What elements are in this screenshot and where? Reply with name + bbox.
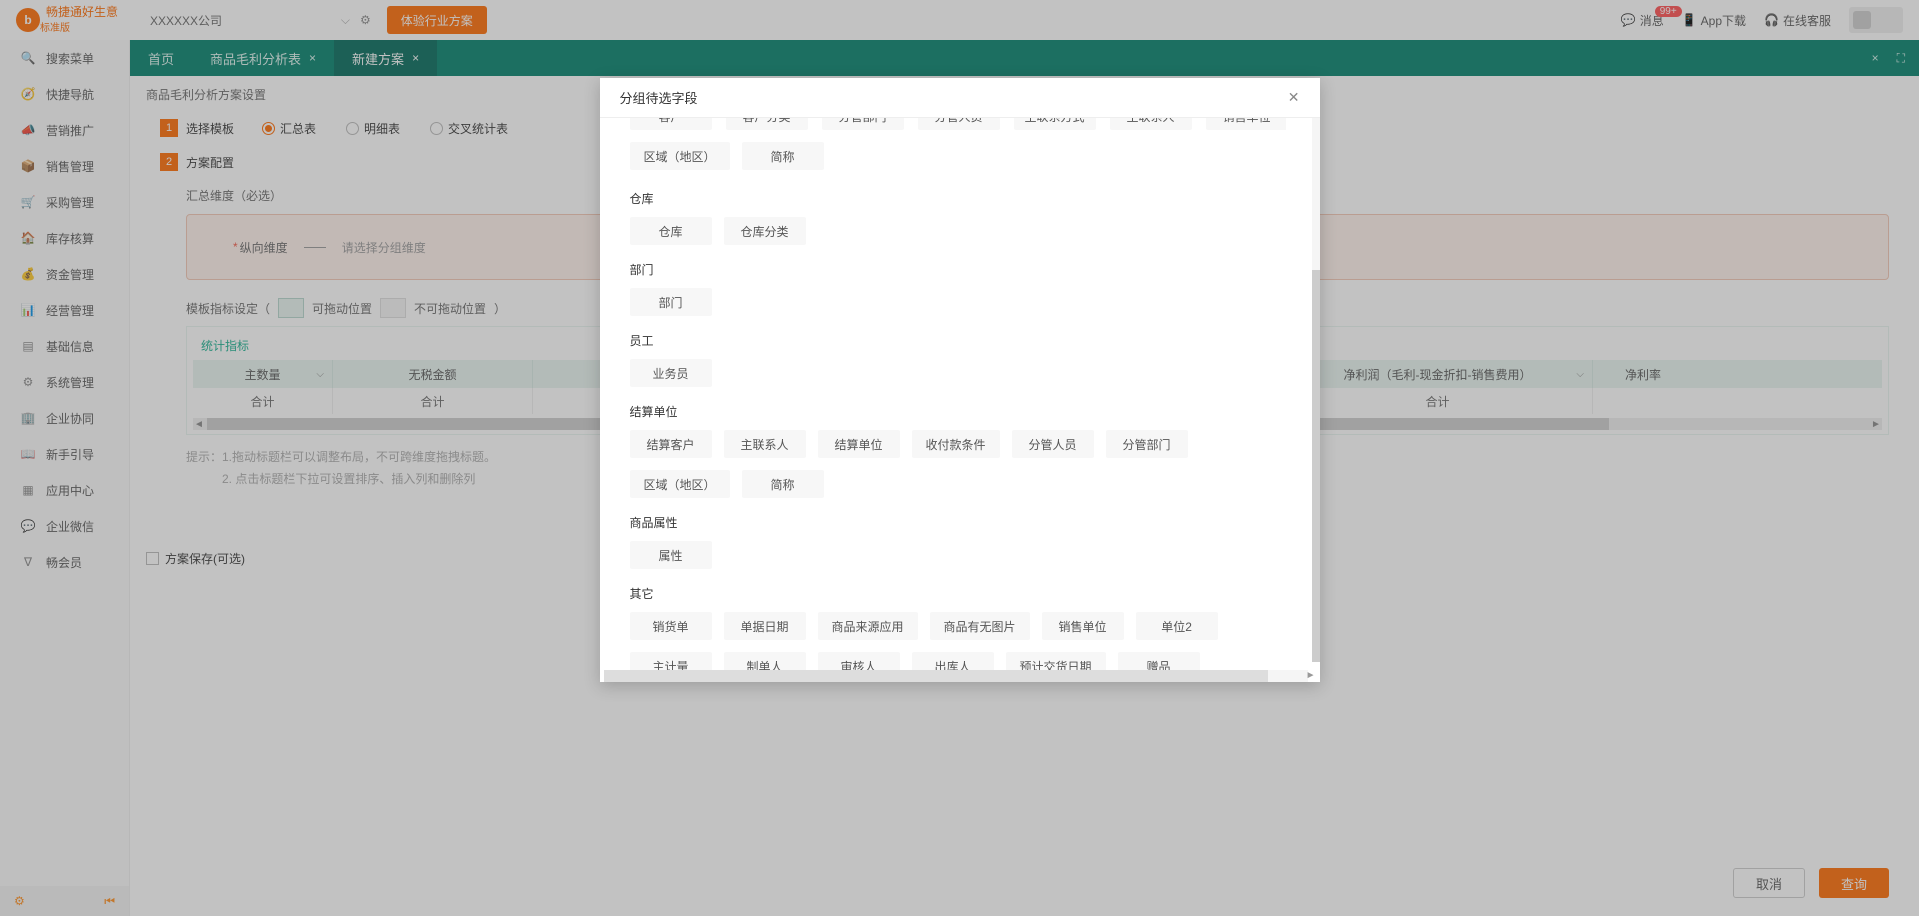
modal-header: 分组待选字段 ✕ <box>600 78 1320 118</box>
field-row: 部门 <box>630 288 1286 316</box>
group-title: 商品属性 <box>630 514 1286 531</box>
field-token[interactable]: 单位2 <box>1136 612 1218 640</box>
field-token[interactable]: 仓库分类 <box>724 217 806 245</box>
field-token[interactable]: 结算单位 <box>818 430 900 458</box>
scroll-thumb[interactable] <box>604 670 1268 682</box>
modal-body: 客户客户分类分管部门分管人员主联系方式主联系人销售单位 区域（地区）简称 仓库仓… <box>600 118 1320 682</box>
scroll-right-icon: ► <box>1306 670 1316 681</box>
modal-title: 分组待选字段 <box>620 88 698 107</box>
field-token[interactable]: 主联系人 <box>1110 118 1192 130</box>
field-token[interactable]: 区域（地区） <box>630 142 730 170</box>
field-token[interactable]: 分管部门 <box>822 118 904 130</box>
field-group: 商品属性属性 <box>630 514 1286 569</box>
field-token[interactable]: 部门 <box>630 288 712 316</box>
field-token[interactable]: 简称 <box>742 142 824 170</box>
field-row: 仓库仓库分类 <box>630 217 1286 245</box>
field-token[interactable]: 分管部门 <box>1106 430 1188 458</box>
group-title: 其它 <box>630 585 1286 602</box>
group-title: 部门 <box>630 261 1286 278</box>
field-group: 仓库仓库仓库分类 <box>630 190 1286 245</box>
field-token[interactable]: 客户分类 <box>726 118 808 130</box>
field-row: 属性 <box>630 541 1286 569</box>
group-title: 员工 <box>630 332 1286 349</box>
field-group: 其它销货单单据日期商品来源应用商品有无图片销售单位单位2主计量制单人审核人出库人… <box>630 585 1286 682</box>
field-token[interactable]: 单据日期 <box>724 612 806 640</box>
field-token[interactable]: 仓库 <box>630 217 712 245</box>
modal-content: 客户客户分类分管部门分管人员主联系方式主联系人销售单位 区域（地区）简称 仓库仓… <box>600 118 1316 682</box>
field-token[interactable]: 主联系方式 <box>1014 118 1096 130</box>
field-row: 结算客户主联系人结算单位收付款条件分管人员分管部门区域（地区） 简称 <box>630 430 1286 498</box>
field-group: 部门部门 <box>630 261 1286 316</box>
field-row: 区域（地区） 简称 <box>630 142 1286 170</box>
field-token[interactable]: 商品来源应用 <box>818 612 918 640</box>
group-title: 结算单位 <box>630 403 1286 420</box>
field-token[interactable]: 业务员 <box>630 359 712 387</box>
field-token[interactable]: 属性 <box>630 541 712 569</box>
field-token[interactable]: 主联系人 <box>724 430 806 458</box>
field-token[interactable]: 客户 <box>630 118 712 130</box>
field-token[interactable]: 区域（地区） <box>630 470 730 498</box>
field-token[interactable]: 结算客户 <box>630 430 712 458</box>
modal-vertical-scrollbar[interactable] <box>1312 118 1320 662</box>
field-group: 结算单位结算客户主联系人结算单位收付款条件分管人员分管部门区域（地区）简称 <box>630 403 1286 498</box>
field-row-truncated: 客户 客户分类 分管部门 分管人员 主联系方式 主联系人 销售单位 <box>630 118 1286 130</box>
field-group: 员工业务员 <box>630 332 1286 387</box>
field-token[interactable]: 销售单位 <box>1042 612 1124 640</box>
field-token[interactable]: 分管人员 <box>1012 430 1094 458</box>
field-token[interactable]: 销货单 <box>630 612 712 640</box>
field-modal: 分组待选字段 ✕ 客户客户分类分管部门分管人员主联系方式主联系人销售单位 区域（… <box>600 78 1320 682</box>
field-row: 业务员 <box>630 359 1286 387</box>
scroll-thumb[interactable] <box>1312 270 1320 662</box>
field-token[interactable]: 分管人员 <box>918 118 1000 130</box>
field-token[interactable]: 收付款条件 <box>912 430 1000 458</box>
field-token[interactable]: 销售单位 <box>1206 118 1286 130</box>
modal-close-icon[interactable]: ✕ <box>1288 89 1300 106</box>
group-title: 仓库 <box>630 190 1286 207</box>
field-token[interactable]: 商品有无图片 <box>930 612 1030 640</box>
modal-horizontal-scrollbar[interactable]: ► <box>604 670 1308 682</box>
field-token[interactable]: 简称 <box>742 470 824 498</box>
